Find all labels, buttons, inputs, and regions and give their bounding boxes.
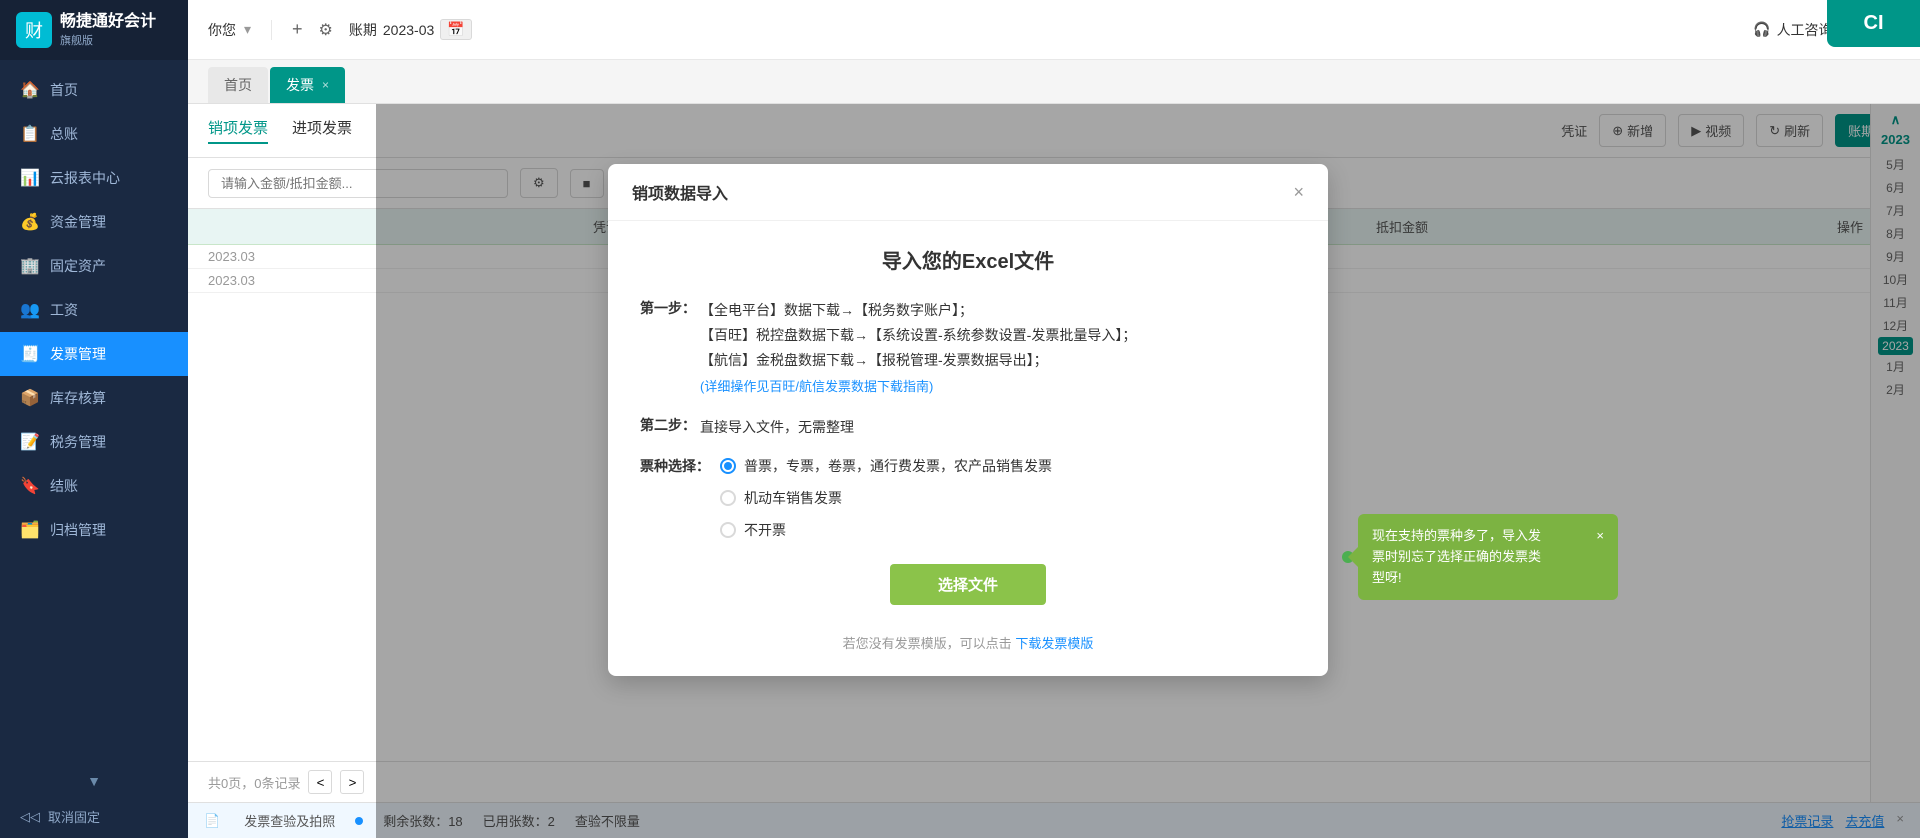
sidebar-item-inventory[interactable]: 📦 库存核算: [0, 376, 188, 420]
status-tab-label: 发票查验及拍照: [244, 811, 335, 830]
step2-label: 第二步：: [640, 415, 700, 440]
tooltip-container: × 现在支持的票种多了，导入发 票时别忘了选择正确的发票类 型呀!: [1358, 514, 1618, 600]
archive-icon: 🗂️: [20, 520, 40, 540]
radio-option-3[interactable]: 不开票: [720, 520, 786, 540]
invoice-content: 销项发票 进项发票 凭证 ⊕ 新增 ▶ 视频 ↻ 刷新: [188, 104, 1920, 838]
tax-icon: 📝: [20, 432, 40, 452]
subtab-sales[interactable]: 销项发票: [208, 117, 268, 144]
logo-text: 畅捷通好会计 旗舰版: [60, 12, 156, 47]
step2-content: 直接导入文件，无需整理: [700, 415, 854, 440]
sidebar-item-checkout[interactable]: 🔖 结账: [0, 464, 188, 508]
radio-circle-2[interactable]: [720, 490, 736, 506]
sidebar-item-fixed-assets[interactable]: 🏢 固定资产: [0, 244, 188, 288]
dropdown-icon: ▾: [244, 21, 251, 38]
radio-option-2[interactable]: 机动车销售发票: [720, 488, 842, 508]
add-button[interactable]: +: [292, 19, 303, 40]
sidebar-item-archive[interactable]: 🗂️ 归档管理: [0, 508, 188, 552]
sidebar-nav: 🏠 首页 📋 总账 📊 云报表中心 💰 资金管理 🏢 固定资产 👥 工资: [0, 60, 188, 767]
step1-label: 第一步：: [640, 298, 700, 399]
tab-invoice[interactable]: 发票 ×: [270, 67, 345, 103]
sidebar-item-home[interactable]: 🏠 首页: [0, 68, 188, 112]
modal-footer: 选择文件: [640, 556, 1296, 621]
modal-close-btn[interactable]: ×: [1293, 182, 1304, 203]
tooltip-arrow: [1348, 547, 1358, 567]
headset-icon: 🎧: [1753, 21, 1770, 38]
invoice-icon: 🧾: [20, 344, 40, 364]
home-icon: 🏠: [20, 80, 40, 100]
sidebar-item-salary[interactable]: 👥 工资: [0, 288, 188, 332]
step2: 第二步： 直接导入文件，无需整理: [640, 415, 1296, 440]
step1-link[interactable]: (详细操作见百旺/航信发票数据下载指南): [700, 379, 933, 394]
status-dot: [355, 817, 363, 825]
step1-content: 【全电平台】数据下载→【税务数字账户】； 【百旺】税控盘数据下载→【系统设置-系…: [700, 298, 1136, 399]
inventory-icon: 📦: [20, 388, 40, 408]
cancel-fixed-icon: ◁◁: [20, 809, 40, 825]
subtab-purchase[interactable]: 进项发票: [292, 117, 352, 144]
radio-option-2-row: 机动车销售发票: [720, 488, 1296, 508]
sidebar-item-cloud-report[interactable]: 📊 云报表中心: [0, 156, 188, 200]
modal-body: 导入您的Excel文件 第一步： 【全电平台】数据下载→【税务数字账户】； 【百…: [608, 221, 1328, 676]
download-template-link[interactable]: 下载发票模版: [1015, 636, 1093, 651]
settings-icon[interactable]: ⚙: [319, 20, 333, 40]
fixed-assets-icon: 🏢: [20, 256, 40, 276]
sidebar-item-ledger[interactable]: 📋 总账: [0, 112, 188, 156]
sidebar: 财 畅捷通好会计 旗舰版 🏠 首页 📋 总账 📊 云报表中心 💰 资金管: [0, 0, 188, 838]
modal-title: 销项数据导入: [632, 180, 728, 204]
radio-ticket-type-label-row: 票种选择： 普票，专票，卷票，通行费发票，农产品销售发票: [640, 456, 1296, 476]
radio-group-label: 票种选择：: [640, 456, 712, 476]
radio-option-3-row: 不开票: [720, 520, 1296, 540]
sidebar-item-tax[interactable]: 📝 税务管理: [0, 420, 188, 464]
topbar: 你您 ▾ + ⚙ 账期 2023-03 📅 🎧 人工咨询 👤 用友: [188, 0, 1920, 60]
cloud-report-icon: 📊: [20, 168, 40, 188]
tooltip-bubble: × 现在支持的票种多了，导入发 票时别忘了选择正确的发票类 型呀!: [1358, 514, 1618, 600]
radio-option-1[interactable]: 普票，专票，卷票，通行费发票，农产品销售发票: [720, 456, 1052, 476]
sidebar-scroll-down[interactable]: ▼: [0, 767, 188, 795]
sidebar-item-invoice[interactable]: 🧾 发票管理: [0, 332, 188, 376]
main-area: 你您 ▾ + ⚙ 账期 2023-03 📅 🎧 人工咨询 👤 用友: [188, 0, 1920, 838]
checkout-icon: 🔖: [20, 476, 40, 496]
content-tabs: 首页 发票 ×: [188, 60, 1920, 104]
modal-main-title: 导入您的Excel文件: [640, 245, 1296, 274]
tooltip-inner: × 现在支持的票种多了，导入发 票时别忘了选择正确的发票类 型呀!: [1358, 514, 1618, 600]
import-modal: 销项数据导入 × 导入您的Excel文件 第一步： 【全电平台】数据下载→【税务…: [608, 164, 1328, 676]
select-file-btn[interactable]: 选择文件: [890, 564, 1046, 605]
tooltip-close-btn[interactable]: ×: [1596, 526, 1604, 547]
pagination-info: 共0页，0条记录: [208, 773, 300, 792]
ledger-icon: 📋: [20, 124, 40, 144]
fund-icon: 💰: [20, 212, 40, 232]
next-page-btn[interactable]: >: [340, 770, 364, 794]
tab-home[interactable]: 首页: [208, 67, 268, 103]
sidebar-cancel-fixed[interactable]: ◁◁ 取消固定: [0, 795, 188, 838]
status-icon: 📄: [204, 813, 220, 829]
sidebar-logo: 财 畅捷通好会计 旗舰版: [0, 0, 188, 60]
prev-page-btn[interactable]: <: [308, 770, 332, 794]
topbar-user[interactable]: 你您 ▾: [208, 20, 259, 40]
step1: 第一步： 【全电平台】数据下载→【税务数字账户】； 【百旺】税控盘数据下载→【系…: [640, 298, 1296, 399]
modal-header: 销项数据导入 ×: [608, 164, 1328, 221]
modal-footer-note: 若您没有发票模版，可以点击 下载发票模版: [640, 633, 1296, 652]
logo-icon: 财: [16, 12, 52, 48]
tab-invoice-close[interactable]: ×: [322, 78, 329, 92]
radio-group: 票种选择： 普票，专票，卷票，通行费发票，农产品销售发票: [640, 456, 1296, 540]
radio-inner-1: [724, 462, 732, 470]
period-calendar-icon[interactable]: 📅: [440, 19, 471, 40]
salary-icon: 👥: [20, 300, 40, 320]
radio-circle-1[interactable]: [720, 458, 736, 474]
sidebar-item-fund[interactable]: 💰 资金管理: [0, 200, 188, 244]
topbar-period: 账期 2023-03 📅: [349, 19, 472, 40]
radio-circle-3[interactable]: [720, 522, 736, 538]
ci-badge: CI: [1827, 0, 1920, 47]
topbar-service[interactable]: 🎧 人工咨询: [1753, 20, 1832, 40]
topbar-divider: [271, 20, 272, 40]
